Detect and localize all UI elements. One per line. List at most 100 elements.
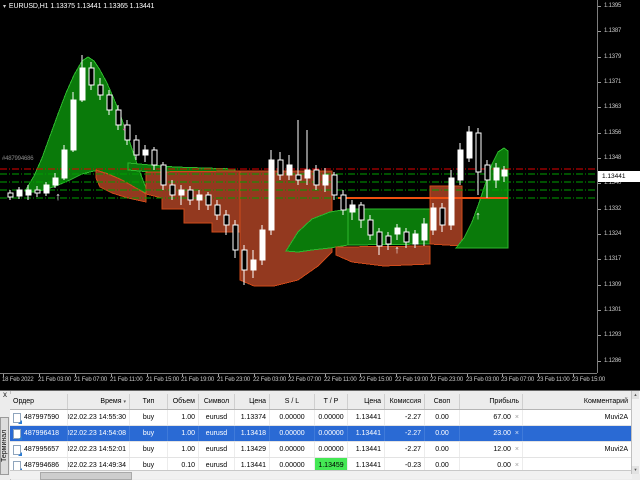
price-axis-label: 1.1348 bbox=[604, 155, 622, 161]
candle-body bbox=[277, 159, 284, 176]
cell-type: buy bbox=[130, 442, 168, 457]
cell-swap: 0.00 bbox=[425, 410, 460, 425]
candle-body bbox=[151, 149, 158, 166]
close-order-button[interactable]: × bbox=[515, 443, 519, 457]
candle-body bbox=[241, 249, 248, 271]
cell-price: 1.13374 bbox=[235, 410, 270, 425]
cell-type: buy bbox=[130, 426, 168, 441]
chart-dropdown-icon[interactable]: ▾ bbox=[3, 4, 6, 10]
orders-table-header: Ордер Время ▾ Тип Объем Символ Цена S / L T / P Ц… bbox=[10, 394, 632, 410]
close-icon[interactable]: x bbox=[1, 391, 9, 399]
cell-value: buy bbox=[142, 429, 155, 437]
column-header-comment[interactable]: Комментарий bbox=[523, 394, 632, 409]
mt4-window: ↑ ↓ ↑ ↑ ▾ EURUSD,H1 1.13375 1.13441 1.13365 … bbox=[0, 0, 640, 480]
candle-body bbox=[115, 109, 122, 126]
column-header-sl[interactable]: S / L bbox=[270, 394, 315, 409]
candle-body bbox=[286, 164, 293, 176]
column-header-commission[interactable]: Комиссия bbox=[385, 394, 425, 409]
horizontal-scrollbar-thumb[interactable] bbox=[40, 472, 132, 480]
price-axis-tick bbox=[598, 259, 601, 260]
column-header-order[interactable]: Ордер bbox=[10, 394, 68, 409]
cell-value: 2022.02.23 14:55:30 bbox=[68, 413, 126, 421]
cell-value: 1.00 bbox=[181, 429, 195, 437]
cell-symbol: eurusd bbox=[199, 410, 235, 425]
close-order-button[interactable]: × bbox=[515, 427, 519, 441]
price-axis-label: 1.1332 bbox=[604, 206, 622, 212]
price-axis-tick bbox=[598, 209, 601, 210]
arrow-up-icon: ↑ bbox=[55, 191, 61, 203]
time-axis-label: 21 Feb 19:00 bbox=[181, 377, 214, 383]
vertical-scrollbar[interactable]: ▲ ▼ bbox=[631, 391, 640, 474]
column-header-time[interactable]: Время ▾ bbox=[68, 394, 130, 409]
candle-body bbox=[25, 189, 32, 196]
candle-body bbox=[205, 194, 212, 206]
time-axis-label: 22 Feb 07:00 bbox=[288, 377, 321, 383]
cell-value: 1.13429 bbox=[240, 445, 266, 453]
close-order-button[interactable]: × bbox=[515, 411, 519, 425]
cell-time: 2022.02.23 14:55:30 bbox=[68, 410, 130, 425]
candle-body bbox=[169, 184, 176, 196]
candle-body bbox=[268, 159, 275, 231]
order-doc-icon bbox=[13, 444, 22, 456]
price-axis-label: 1.1301 bbox=[604, 307, 622, 313]
candle-body bbox=[223, 214, 230, 226]
price-axis: 1.1395 1.1387 1.1379 1.1371 1.1363 1.1356 1.13… bbox=[597, 0, 640, 373]
cell-value: 0.00000 bbox=[318, 413, 344, 421]
order-row[interactable]: 487997590 2022.02.23 14:55:30 buy 1.00 eurus… bbox=[10, 410, 632, 426]
orders-table: Ордер Время ▾ Тип Объем Символ Цена S / L T / P Ц… bbox=[10, 394, 632, 474]
candle-body bbox=[376, 231, 383, 247]
price-axis-label: 1.1379 bbox=[604, 54, 622, 60]
cell-order: 487996418 bbox=[10, 426, 68, 441]
column-header-swap[interactable]: Своп bbox=[425, 394, 460, 409]
cell-profit: 67.00 × bbox=[460, 410, 523, 425]
column-header-volume[interactable]: Объем bbox=[168, 394, 199, 409]
candle-body bbox=[34, 189, 41, 194]
candle-body bbox=[403, 231, 410, 243]
price-axis-tick bbox=[598, 234, 601, 235]
cell-tp: 0.00000 bbox=[315, 410, 348, 425]
candle-body bbox=[97, 84, 104, 96]
cell-value: Muvi2A bbox=[604, 445, 628, 453]
price-axis-label: 1.1395 bbox=[604, 3, 622, 9]
candle-body bbox=[133, 139, 140, 156]
cell-value: 12.00 bbox=[493, 445, 511, 453]
terminal-tab[interactable]: Терминал bbox=[0, 417, 9, 475]
price-axis-label: 1.1371 bbox=[604, 79, 622, 85]
cell-commission: -2.27 bbox=[385, 410, 425, 425]
column-header-price2[interactable]: Цена bbox=[348, 394, 385, 409]
order-row[interactable]: 487995657 2022.02.23 14:52:01 buy 1.00 eurus… bbox=[10, 442, 632, 458]
candle-body bbox=[349, 204, 356, 213]
candle-body bbox=[106, 94, 113, 111]
order-row[interactable]: 487996418 2022.02.23 14:54:08 buy 1.00 eurus… bbox=[10, 426, 632, 442]
cell-value: 1.13374 bbox=[240, 413, 266, 421]
order-doc-icon bbox=[13, 412, 22, 424]
price-axis-label: 1.1324 bbox=[604, 231, 622, 237]
candle-body bbox=[475, 132, 482, 173]
cell-value: eurusd bbox=[205, 429, 228, 437]
cell-time: 2022.02.23 14:54:08 bbox=[68, 426, 130, 441]
column-header-type[interactable]: Тип bbox=[130, 394, 168, 409]
horizontal-scrollbar[interactable] bbox=[10, 470, 632, 480]
scroll-down-icon[interactable]: ▼ bbox=[632, 466, 639, 474]
chart-canvas[interactable]: ↑ ↓ ↑ ↑ bbox=[0, 0, 597, 373]
column-header-label: Ордер bbox=[13, 397, 35, 405]
time-axis-label: 21 Feb 23:00 bbox=[217, 377, 250, 383]
scroll-up-icon[interactable]: ▲ bbox=[632, 391, 639, 399]
candle-body bbox=[466, 131, 473, 159]
column-header-label: Цена bbox=[364, 397, 381, 405]
candle-body bbox=[196, 194, 203, 201]
time-axis: 18 Feb 2022 21 Feb 03:00 21 Feb 07:00 21 Fe… bbox=[0, 373, 605, 391]
chart-panel[interactable]: ↑ ↓ ↑ ↑ ▾ EURUSD,H1 1.13375 1.13441 1.13365 … bbox=[0, 0, 640, 390]
candle-body bbox=[7, 192, 14, 198]
time-axis-label: 23 Feb 03:00 bbox=[466, 377, 499, 383]
cell-commission: -2.27 bbox=[385, 426, 425, 441]
column-header-price[interactable]: Цена bbox=[235, 394, 270, 409]
column-header-profit[interactable]: Прибыль bbox=[460, 394, 523, 409]
sort-icon: ▾ bbox=[123, 398, 126, 405]
candle-body bbox=[304, 169, 311, 179]
cell-tp: 0.00000 bbox=[315, 442, 348, 457]
column-header-symbol[interactable]: Символ bbox=[199, 394, 235, 409]
column-header-tp[interactable]: T / P bbox=[315, 394, 348, 409]
column-header-label: Объем bbox=[172, 397, 195, 405]
price-axis-tick bbox=[598, 310, 601, 311]
